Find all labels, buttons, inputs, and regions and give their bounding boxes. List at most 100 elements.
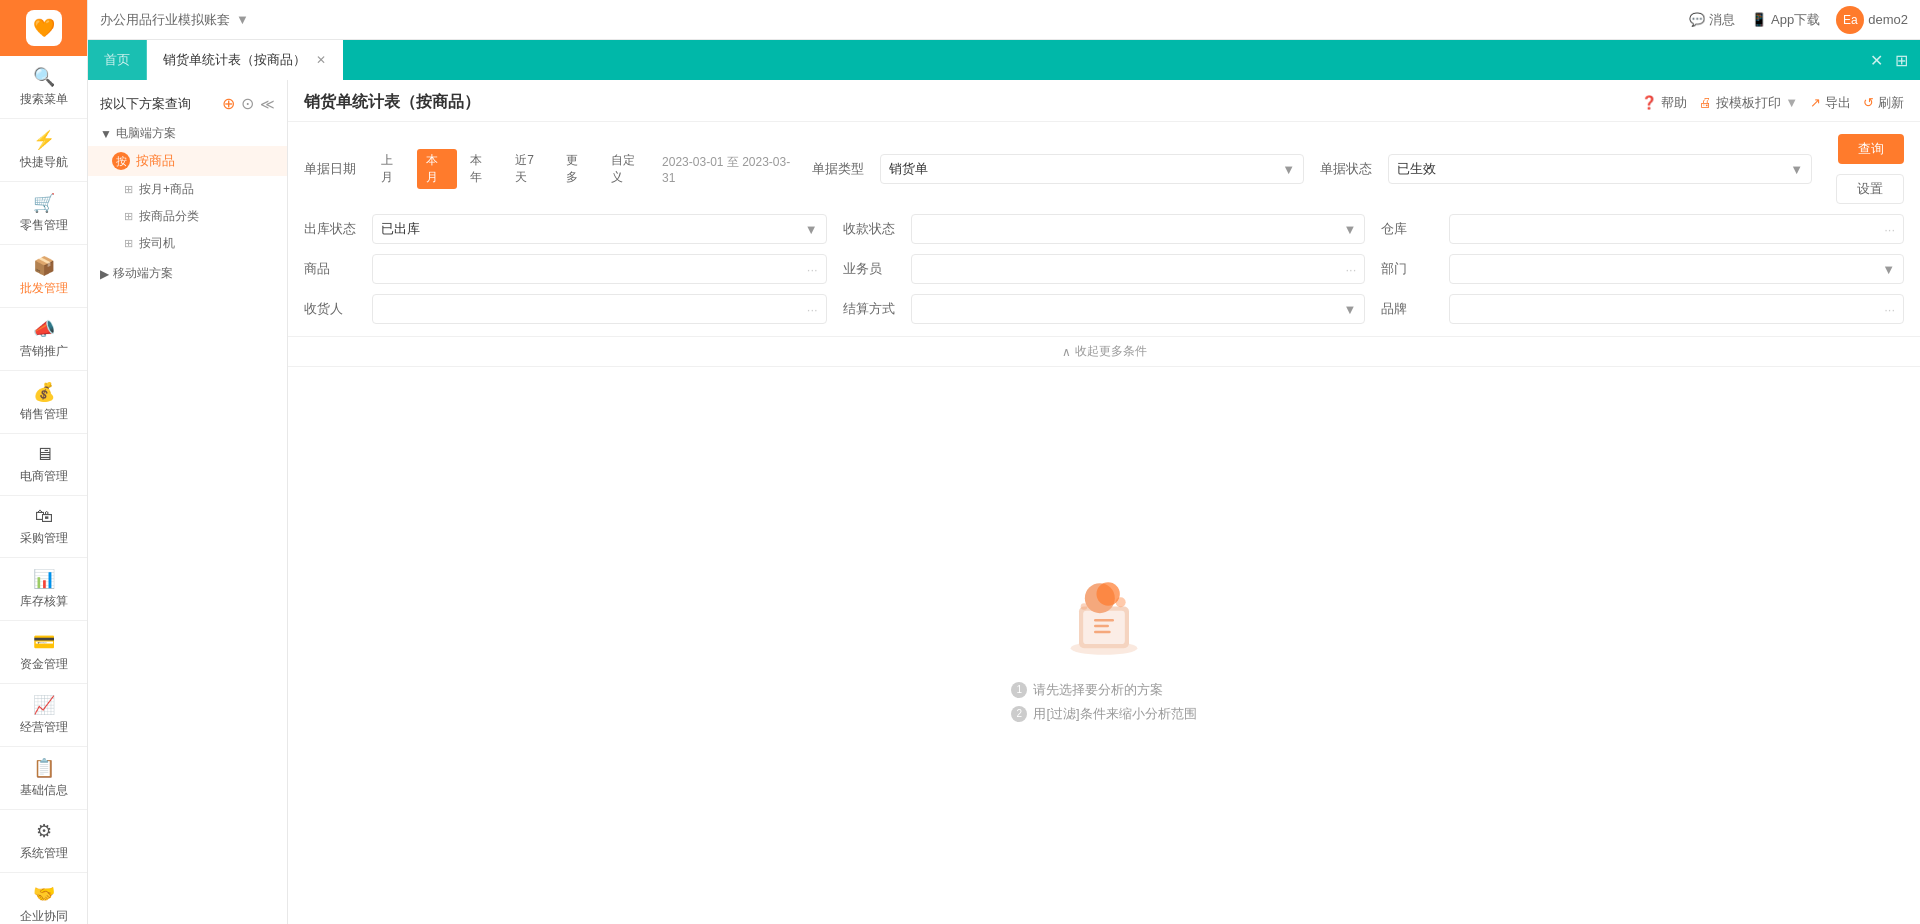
sidebar-item-operation[interactable]: 📈 经营管理 xyxy=(0,684,87,747)
pc-plan-group-title[interactable]: ▼ 电脑端方案 xyxy=(88,121,287,146)
brand-value[interactable]: ··· xyxy=(1449,294,1904,324)
sidebar-item-wholesale[interactable]: 📦 批发管理 xyxy=(0,245,87,308)
user-name: demo2 xyxy=(1868,12,1908,27)
pc-group-arrow: ▼ xyxy=(100,127,112,141)
goods-value[interactable]: ··· xyxy=(372,254,827,284)
sidebar-item-system-label: 系统管理 xyxy=(20,845,68,862)
tab-maximize-button[interactable]: ⊞ xyxy=(1891,47,1912,74)
plan-sub-month-goods[interactable]: ⊞ 按月+商品 xyxy=(88,176,287,203)
logo-area: 🧡 xyxy=(0,0,87,56)
type-value[interactable]: 销货单 ▼ xyxy=(880,154,1304,184)
inventory-icon: 📊 xyxy=(33,568,55,590)
payment-dropdown-icon: ▼ xyxy=(1343,302,1356,317)
topbar-actions: 💬 消息 📱 App下载 Ea demo2 xyxy=(1689,6,1908,34)
salesman-label: 业务员 xyxy=(843,260,903,278)
plan-item-by-goods[interactable]: 按 按商品 xyxy=(88,146,287,176)
filter-type: 单据类型 销货单 ▼ xyxy=(812,154,1304,184)
svg-rect-2 xyxy=(1083,610,1125,643)
mobile-plan-group-title[interactable]: ▶ 移动端方案 xyxy=(88,261,287,286)
topbar-user[interactable]: Ea demo2 xyxy=(1836,6,1908,34)
sidebar-item-ecom[interactable]: 🖥 电商管理 xyxy=(0,434,87,496)
plan-sub-category-label: 按商品分类 xyxy=(139,208,199,225)
sidebar-item-quick[interactable]: ⚡ 快捷导航 xyxy=(0,119,87,182)
settings-button[interactable]: 设置 xyxy=(1836,174,1904,204)
date-this-month[interactable]: 本月 xyxy=(417,149,458,189)
date-this-year[interactable]: 本年 xyxy=(461,149,502,189)
avatar-text: Ea xyxy=(1843,13,1858,27)
empty-illustration xyxy=(1054,569,1154,669)
salesman-value[interactable]: ··· xyxy=(911,254,1366,284)
query-button[interactable]: 查询 xyxy=(1838,134,1904,164)
sidebar-item-corp[interactable]: 🤝 企业协同 xyxy=(0,873,87,924)
payment-label: 结算方式 xyxy=(843,300,903,318)
warehouse-value[interactable]: ··· xyxy=(1449,214,1904,244)
sidebar-item-basic[interactable]: 📋 基础信息 xyxy=(0,747,87,810)
sidebar-item-corp-label: 企业协同 xyxy=(20,908,68,924)
topbar-app-download[interactable]: 📱 App下载 xyxy=(1751,11,1820,29)
sidebar-item-retail[interactable]: 🛒 零售管理 xyxy=(0,182,87,245)
plan-sub-driver-label: 按司机 xyxy=(139,235,175,252)
date-label: 单据日期 xyxy=(304,160,364,178)
refresh-button[interactable]: ↺ 刷新 xyxy=(1863,94,1904,112)
tab-sales-stats[interactable]: 销货单统计表（按商品） ✕ xyxy=(147,40,343,80)
hint-2-text: 用[过滤]条件来缩小分析范围 xyxy=(1033,705,1196,723)
receiver-value[interactable]: ··· xyxy=(372,294,827,324)
quick-icon: ⚡ xyxy=(33,129,55,151)
empty-hint-2: 2 用[过滤]条件来缩小分析范围 xyxy=(1011,705,1196,723)
settings-plan-icon[interactable]: ⊙ xyxy=(241,94,254,113)
collapse-panel-icon[interactable]: ≪ xyxy=(260,96,275,112)
dept-value[interactable]: ▼ xyxy=(1449,254,1904,284)
tab-close-icon[interactable]: ✕ xyxy=(316,53,326,67)
collapse-button[interactable]: ∧ 收起更多条件 xyxy=(288,337,1920,367)
stock-value[interactable]: 已出库 ▼ xyxy=(372,214,827,244)
tab-home[interactable]: 首页 xyxy=(88,40,147,80)
date-custom[interactable]: 自定义 xyxy=(602,149,654,189)
left-panel-title: 按以下方案查询 xyxy=(100,95,191,113)
receiver-dots: ··· xyxy=(807,302,818,317)
retail-icon: 🛒 xyxy=(33,192,55,214)
dept-label: 部门 xyxy=(1381,260,1441,278)
warehouse-label: 仓库 xyxy=(1381,220,1441,238)
sidebar-item-system[interactable]: ⚙ 系统管理 xyxy=(0,810,87,873)
hint-1-text: 请先选择要分析的方案 xyxy=(1033,681,1163,699)
plan-by-goods-icon: 按 xyxy=(112,152,130,170)
tabbar-btns: ✕ ⊞ xyxy=(1866,47,1920,74)
stock-label: 出库状态 xyxy=(304,220,364,238)
plan-sub-driver[interactable]: ⊞ 按司机 xyxy=(88,230,287,257)
date-7days[interactable]: 近7天 xyxy=(506,149,553,189)
sidebar-item-search-label: 搜索菜单 xyxy=(20,91,68,108)
sidebar-item-marketing[interactable]: 📣 营销推广 xyxy=(0,308,87,371)
add-plan-icon[interactable]: ⊕ xyxy=(222,94,235,113)
filter-brand: 品牌 ··· xyxy=(1381,294,1904,324)
type-label: 单据类型 xyxy=(812,160,872,178)
status-value[interactable]: 已生效 ▼ xyxy=(1388,154,1812,184)
svg-point-9 xyxy=(1081,603,1088,610)
plan-sub-category[interactable]: ⊞ 按商品分类 xyxy=(88,203,287,230)
sidebar-item-search[interactable]: 🔍 搜索菜单 xyxy=(0,56,87,119)
breadcrumb-dropdown-icon[interactable]: ▼ xyxy=(236,12,249,27)
tab-minimize-button[interactable]: ✕ xyxy=(1866,47,1887,74)
filter-row-1: 单据日期 上月 本月 本年 近7天 更多 自定义 2023-03-01 至 20… xyxy=(304,134,1904,204)
sidebar-item-purchase[interactable]: 🛍 采购管理 xyxy=(0,496,87,558)
pay-value[interactable]: ▼ xyxy=(911,214,1366,244)
sidebar-item-inventory[interactable]: 📊 库存核算 xyxy=(0,558,87,621)
help-button[interactable]: ❓ 帮助 xyxy=(1641,94,1687,112)
type-dropdown-icon: ▼ xyxy=(1282,162,1295,177)
date-last-month[interactable]: 上月 xyxy=(372,149,413,189)
collapse-up-icon: ∧ xyxy=(1062,345,1071,359)
action-btn-group: 查询 设置 xyxy=(1836,134,1904,204)
export-button[interactable]: ↗ 导出 xyxy=(1810,94,1851,112)
date-more[interactable]: 更多 xyxy=(557,149,598,189)
left-panel-header: 按以下方案查询 ⊕ ⊙ ≪ xyxy=(88,88,287,119)
topbar-message[interactable]: 💬 消息 xyxy=(1689,11,1735,29)
template-print-button[interactable]: 🖨 按模板打印 ▼ xyxy=(1699,94,1798,112)
type-text: 销货单 xyxy=(889,160,928,178)
payment-value[interactable]: ▼ xyxy=(911,294,1366,324)
filter-warehouse: 仓库 ··· xyxy=(1381,214,1904,244)
topbar-breadcrumb: 办公用品行业模拟账套 ▼ xyxy=(100,11,1681,29)
sidebar-item-sales[interactable]: 💰 销售管理 xyxy=(0,371,87,434)
wholesale-icon: 📦 xyxy=(33,255,55,277)
left-panel-actions: ⊕ ⊙ ≪ xyxy=(222,94,275,113)
filter-date: 单据日期 上月 本月 本年 近7天 更多 自定义 2023-03-01 至 20… xyxy=(304,149,796,189)
sidebar-item-finance[interactable]: 💳 资金管理 xyxy=(0,621,87,684)
